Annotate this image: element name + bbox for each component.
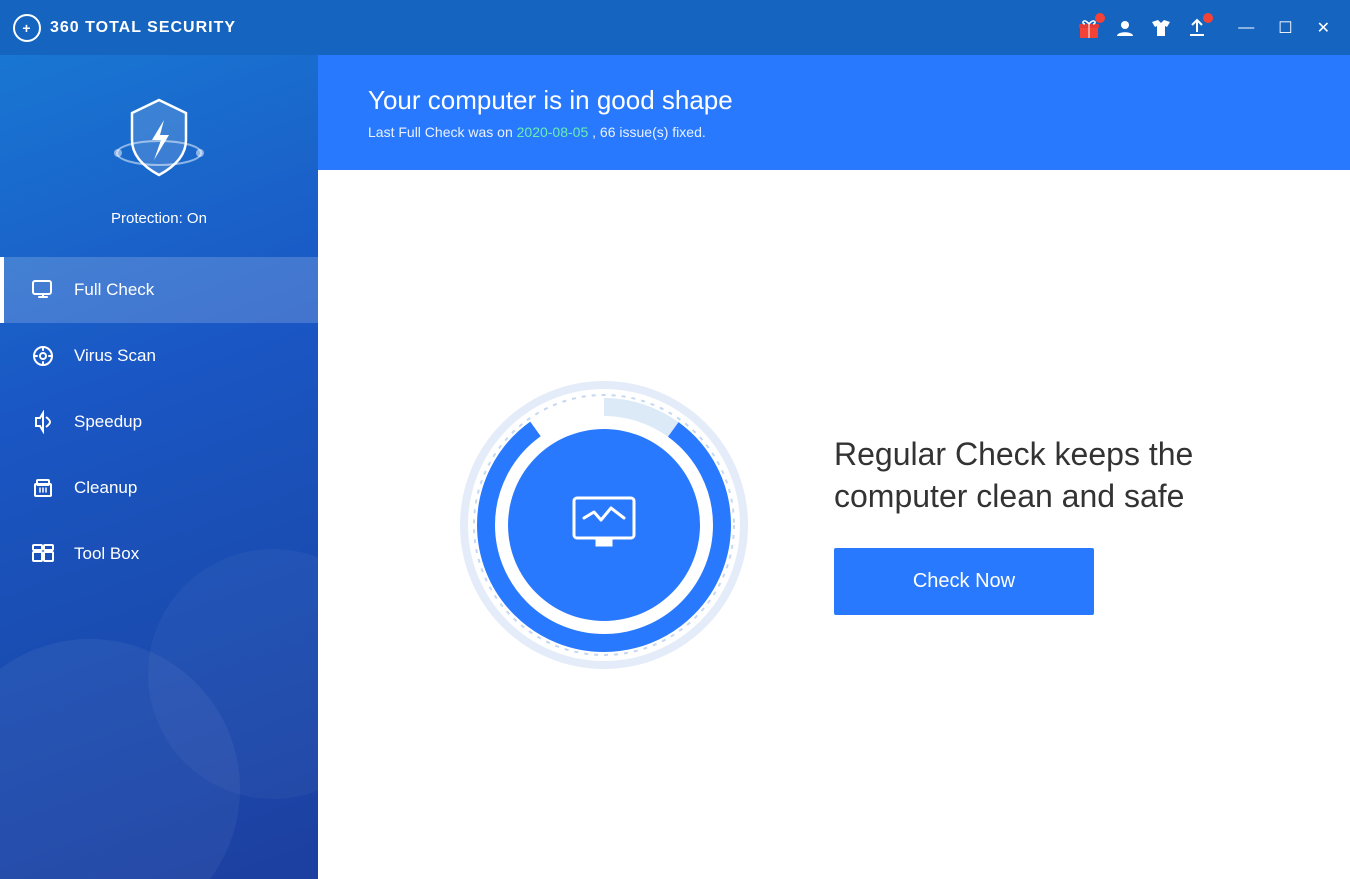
title-bar-right: — ☐ ✕ [1078,16,1338,40]
tagline-text: Regular Check keeps the computer clean a… [834,434,1214,517]
gift-badge [1095,13,1105,23]
maximize-button[interactable]: ☐ [1270,16,1300,40]
app-name-label: 360 TOTAL SECURITY [50,19,236,37]
sidebar-item-virus-scan-label: Virus Scan [74,346,156,366]
sidebar: Protection: On Full Check [0,55,318,879]
tool-box-icon [30,541,56,567]
close-button[interactable]: ✕ [1309,16,1338,40]
profile-button[interactable] [1114,17,1136,39]
sidebar-item-full-check[interactable]: Full Check [0,257,318,323]
virus-scan-icon [30,343,56,369]
check-now-button[interactable]: Check Now [834,548,1094,615]
header-date: 2020-08-05 [517,124,589,140]
full-check-icon [30,277,56,303]
donut-center-icon [569,490,639,560]
sidebar-item-tool-box[interactable]: Tool Box [0,521,318,587]
content-header: Your computer is in good shape Last Full… [318,55,1350,170]
sidebar-item-speedup-label: Speedup [74,412,142,432]
shirt-button[interactable] [1150,17,1172,39]
shield-logo [104,85,214,200]
sidebar-item-virus-scan[interactable]: Virus Scan [0,323,318,389]
upload-button[interactable] [1186,17,1208,39]
active-indicator [0,257,4,323]
sidebar-item-tool-box-label: Tool Box [74,544,139,564]
title-bar: + 360 TOTAL SECURITY [0,0,1350,55]
app-title-group: + 360 TOTAL SECURITY [12,13,236,43]
window-controls: — ☐ ✕ [1230,16,1338,40]
speedup-icon [30,409,56,435]
sidebar-item-cleanup-label: Cleanup [74,478,137,498]
gift-button[interactable] [1078,17,1100,39]
svg-text:+: + [22,20,31,36]
cleanup-icon [30,475,56,501]
content-area: Your computer is in good shape Last Full… [318,55,1350,879]
protection-label: Protection: On [111,210,207,227]
donut-chart-container [454,375,754,675]
app-logo-icon: + [12,13,42,43]
content-body: Regular Check keeps the computer clean a… [318,170,1350,879]
sidebar-item-cleanup[interactable]: Cleanup [0,455,318,521]
header-title: Your computer is in good shape [368,85,1300,116]
upload-badge [1203,13,1213,23]
content-right: Regular Check keeps the computer clean a… [834,434,1214,614]
sidebar-item-full-check-label: Full Check [74,280,154,300]
main-layout: Protection: On Full Check [0,55,1350,879]
sidebar-item-speedup[interactable]: Speedup [0,389,318,455]
header-subtitle: Last Full Check was on 2020-08-05 , 66 i… [368,124,1300,140]
nav-items: Full Check Virus Scan [0,257,318,587]
minimize-button[interactable]: — [1230,16,1262,40]
